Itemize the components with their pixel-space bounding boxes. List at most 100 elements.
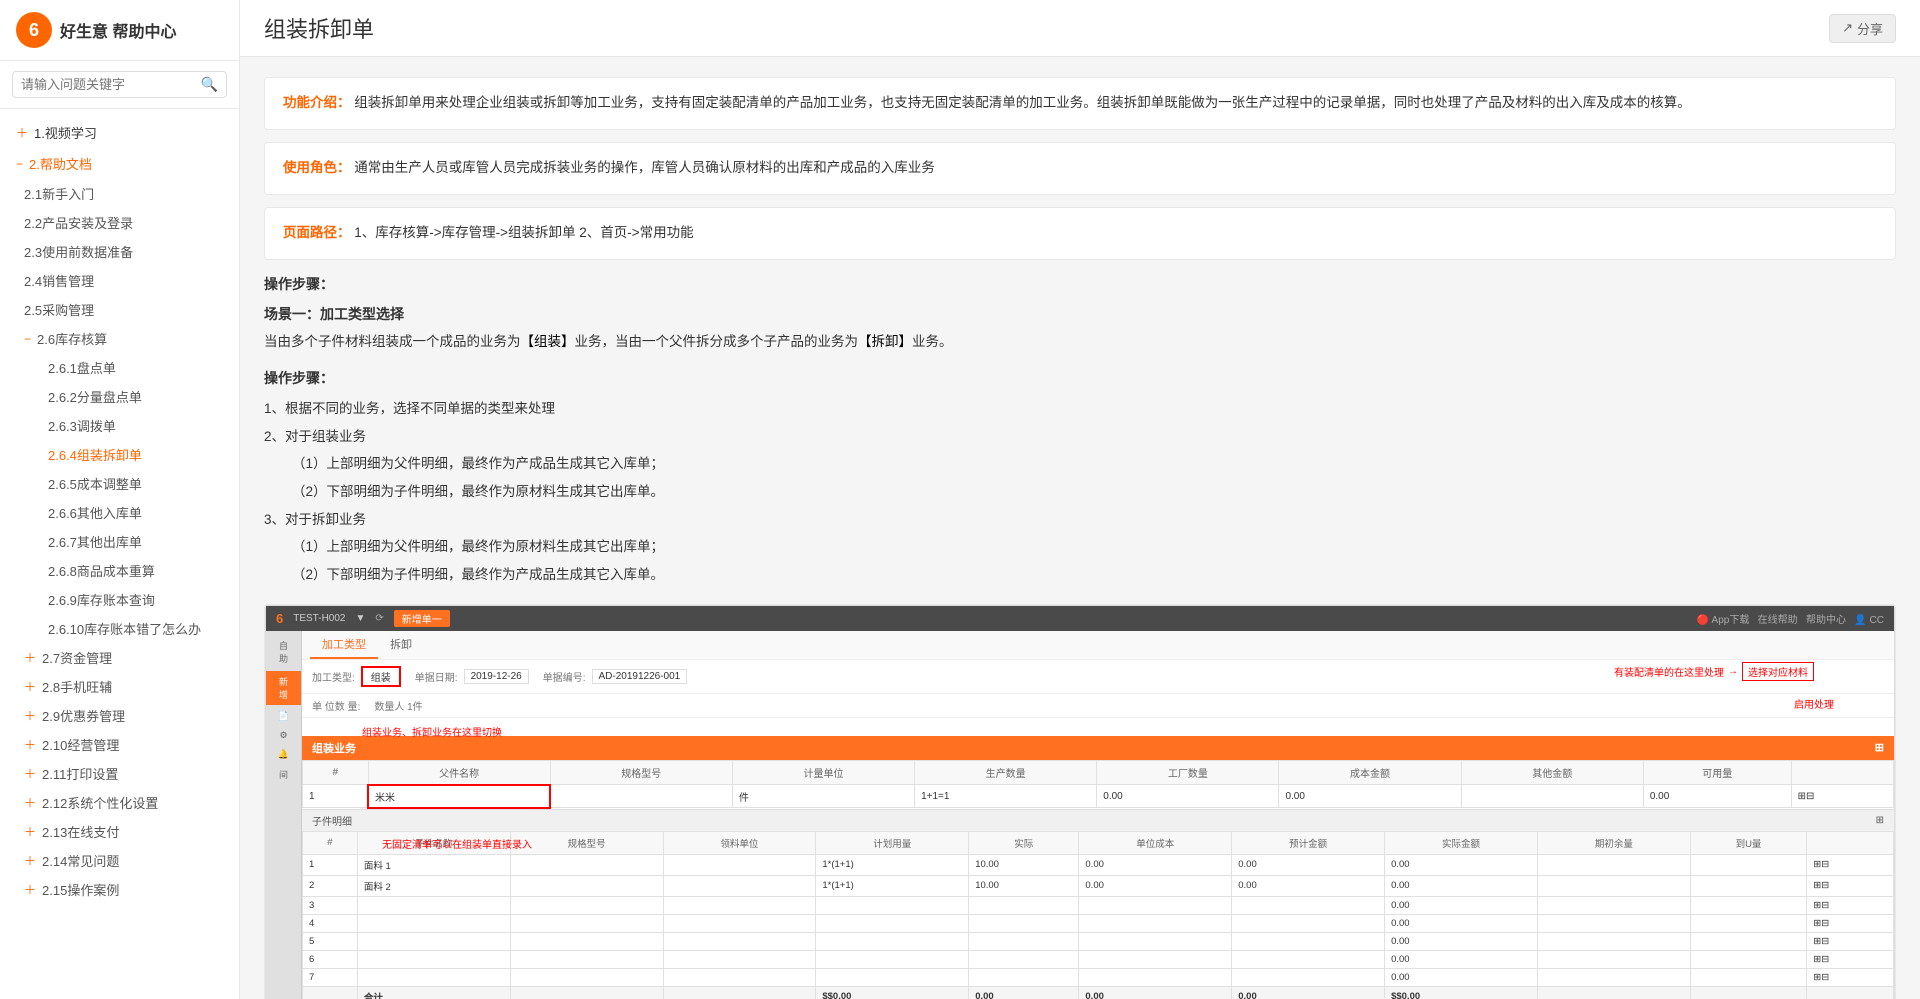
screenshot-container: 6 TEST-H002 ▼ ⟳ 新增单一 🔴 App下载 在线帮助 帮助中心 👤…	[264, 604, 1896, 999]
sim-sub-label: 子件明细	[312, 813, 352, 828]
table-row: 70.00⊞⊟	[303, 968, 1894, 986]
sim-dropdown-icon: ▼	[355, 613, 365, 624]
sim-bottom-table: # 子件名称 规格型号 领料单位 计划用量 实际 单位成本 预计金额 实际金额	[302, 831, 1894, 999]
sidebar-item-video[interactable]: ＋ 1.视频学习	[0, 117, 239, 148]
sidebar-item-install[interactable]: 2.2产品安装及登录	[24, 208, 239, 237]
sim-tab-new[interactable]: 加工类型	[310, 631, 378, 659]
sim-nav-icon-4: 🔔	[266, 745, 301, 764]
plus-icon-print: ＋	[24, 765, 36, 782]
sim-no-label: 单据编号:	[543, 669, 586, 684]
share-button[interactable]: ↗ 分享	[1829, 14, 1896, 43]
sidebar-item-otherin[interactable]: 2.6.6其他入库单	[48, 498, 239, 527]
sidebar-item-inventory[interactable]: − 2.6库存核算	[24, 324, 239, 353]
sidebar-item-ops[interactable]: ＋ 2.10经营管理	[24, 730, 239, 759]
sim-nav-icon-2: 📄	[266, 707, 301, 726]
table-row: 60.00⊞⊟	[303, 950, 1894, 968]
nav-tree: ＋ 1.视频学习 − 2.帮助文档 2.1新手入门 2.2产品安装及登录 2.3…	[0, 109, 239, 999]
step-list: 1、根据不同的业务，选择不同单据的类型来处理 2、对于组装业务 （1）上部明细为…	[264, 396, 1896, 587]
sidebar-item-mobile[interactable]: ＋ 2.8手机旺辅	[24, 672, 239, 701]
annotation-switch: 组装业务、拆卸业务在这里切换	[362, 724, 502, 739]
annotation-config: 有装配清单的在这里处理 → 选择对应材料	[1614, 662, 1814, 681]
annotation-enable: 启用处理	[1794, 696, 1834, 711]
sidebar-item-distribute[interactable]: 2.6.2分量盘点单	[48, 382, 239, 411]
sim-type-label: 加工类型:	[312, 669, 355, 684]
sidebar-item-personalize[interactable]: ＋ 2.12系统个性化设置	[24, 788, 239, 817]
sidebar-item-finance[interactable]: ＋ 2.7资金管理	[24, 643, 239, 672]
table-row: 30.00⊞⊟	[303, 896, 1894, 914]
sim-app-id: TEST-H002	[293, 613, 345, 624]
ops-title: 操作步骤：	[264, 274, 1896, 294]
sim-top-table-header: # 父件名称 规格型号 计量单位 生产数量 工厂数量 成本金额 其他金额 可用量	[303, 760, 1894, 785]
sim-type-value[interactable]: 组装	[361, 666, 401, 687]
sim-refresh-icon: ⟳	[375, 613, 383, 624]
sim-expand-icon[interactable]: ⊞	[1875, 741, 1884, 754]
table-row: 1 面料 1 1*(1+1) 10.00 0.00 0.00 0.00	[303, 854, 1894, 875]
sidebar-item-print[interactable]: ＋ 2.11打印设置	[24, 759, 239, 788]
sidebar-item-faq[interactable]: ＋ 2.14常见问题	[24, 846, 239, 875]
search-input[interactable]	[21, 77, 201, 92]
sidebar-item-costadj[interactable]: 2.6.5成本调整单	[48, 469, 239, 498]
sim-icons-right: 🔴 App下载 在线帮助 帮助中心 👤 CC	[1697, 611, 1884, 626]
plus-icon-mobile: ＋	[24, 678, 36, 695]
screenshot-wrapper: 6 TEST-H002 ▼ ⟳ 新增单一 🔴 App下载 在线帮助 帮助中心 👤…	[265, 605, 1895, 999]
sidebar-item-docs[interactable]: − 2.帮助文档	[0, 148, 239, 179]
sidebar-item-data[interactable]: 2.3使用前数据准备	[24, 237, 239, 266]
search-icon[interactable]: 🔍	[201, 76, 218, 93]
path-text: 1、库存核算->库存管理->组装拆卸单 2、首页->常用功能	[354, 225, 693, 240]
logo-icon: 6	[16, 12, 52, 48]
sim-nav-icon-3: ⚙	[266, 726, 301, 745]
top-bar: 组装拆卸单 ↗ 分享	[240, 0, 1920, 57]
sim-orange-label: 组装业务	[312, 740, 356, 756]
step-2-1: （1）上部明细为父件明细，最终作为产成品生成其它入库单；	[264, 451, 1896, 477]
plus-icon-finance: ＋	[24, 649, 36, 666]
content-area: 功能介绍： 组装拆卸单用来处理企业组装或拆卸等加工业务，支持有固定装配清单的产品…	[240, 57, 1920, 999]
sidebar-item-beginner[interactable]: 2.1新手入门	[24, 179, 239, 208]
intro-label: 功能介绍：	[283, 95, 351, 110]
sim-new-btn[interactable]: 新增单一	[394, 610, 450, 627]
sim-bottom-table-header: # 子件名称 规格型号 领料单位 计划用量 实际 单位成本 预计金额 实际金额	[303, 831, 1894, 854]
step-3: 3、对于拆卸业务	[264, 507, 1896, 533]
main-content: 组装拆卸单 ↗ 分享 功能介绍： 组装拆卸单用来处理企业组装或拆卸等加工业务，支…	[240, 0, 1920, 999]
table-row: 50.00⊞⊟	[303, 932, 1894, 950]
sidebar-item-error[interactable]: 2.6.10库存账本错了怎么办	[48, 614, 239, 643]
sidebar: 6 好生意 帮助中心 🔍 ＋ 1.视频学习 − 2.帮助文档 2.1新手入门 2…	[0, 0, 240, 999]
sim-factory-label: 单 位数 量:	[312, 698, 360, 713]
scenario1-desc: 当由多个子件材料组装成一个成品的业务为【组装】业务，当由一个父件拆分成多个子产品…	[264, 330, 1896, 354]
sidebar-item-transfer[interactable]: 2.6.3调拨单	[48, 411, 239, 440]
plus-icon-personalize: ＋	[24, 794, 36, 811]
nav-sub-docs: 2.1新手入门 2.2产品安装及登录 2.3使用前数据准备 2.4销售管理 2.…	[0, 179, 239, 904]
intro-block: 功能介绍： 组装拆卸单用来处理企业组装或拆卸等加工业务，支持有固定装配清单的产品…	[264, 77, 1896, 130]
sidebar-item-stockcheck[interactable]: 2.6.9库存账本查询	[48, 585, 239, 614]
sim-nav-icon-1: 自助	[266, 635, 301, 669]
sim-confirm-btn[interactable]: 选择对应材料	[1742, 662, 1814, 681]
sidebar-item-assemble[interactable]: 2.6.4组装拆卸单	[48, 440, 239, 469]
sim-nav-icon-active[interactable]: 新增	[266, 671, 301, 705]
sim-expand-icon2[interactable]: ⊞	[1876, 815, 1884, 826]
sidebar-item-cases[interactable]: ＋ 2.15操作案例	[24, 875, 239, 904]
search-box[interactable]: 🔍	[12, 71, 227, 98]
sidebar-item-otherout[interactable]: 2.6.7其他出库单	[48, 527, 239, 556]
sidebar-item-sales[interactable]: 2.4销售管理	[24, 266, 239, 295]
sidebar-item-stocktake[interactable]: 2.6.1盘点单	[48, 353, 239, 382]
sim-top-table: # 父件名称 规格型号 计量单位 生产数量 工厂数量 成本金额 其他金额 可用量	[302, 760, 1894, 809]
sidebar-item-coupon[interactable]: ＋ 2.9优惠券管理	[24, 701, 239, 730]
sidebar-item-onlinepay[interactable]: ＋ 2.13在线支付	[24, 817, 239, 846]
step-3-2: （2）下部明细为子件明细，最终作为产成品生成其它入库单。	[264, 562, 1896, 588]
nav-sub-inventory: 2.6.1盘点单 2.6.2分量盘点单 2.6.3调拨单 2.6.4组装拆卸单 …	[24, 353, 239, 643]
sim-nav-icon-5: 间	[266, 764, 301, 785]
step-3-1: （1）上部明细为父件明细，最终作为原材料生成其它出库单；	[264, 534, 1896, 560]
step-2: 2、对于组装业务	[264, 424, 1896, 450]
scenario1-title: 场景一：加工类型选择	[264, 304, 1896, 324]
step-1: 1、根据不同的业务，选择不同单据的类型来处理	[264, 396, 1896, 422]
sim-tab-list[interactable]: 拆卸	[378, 631, 424, 659]
sim-orange-bar: 组装业务 ⊞	[302, 736, 1894, 760]
sidebar-item-purchase[interactable]: 2.5采购管理	[24, 295, 239, 324]
sidebar-item-costrecalc[interactable]: 2.6.8商品成本重算	[48, 556, 239, 585]
search-area: 🔍	[0, 61, 239, 109]
plus-icon-onlinepay: ＋	[24, 823, 36, 840]
sim-date-value[interactable]: 2019-12-26	[464, 669, 529, 684]
path-label: 页面路径：	[283, 225, 351, 240]
minus-icon: −	[16, 157, 23, 171]
plus-icon: ＋	[16, 124, 28, 141]
table-row: 40.00⊞⊟	[303, 914, 1894, 932]
